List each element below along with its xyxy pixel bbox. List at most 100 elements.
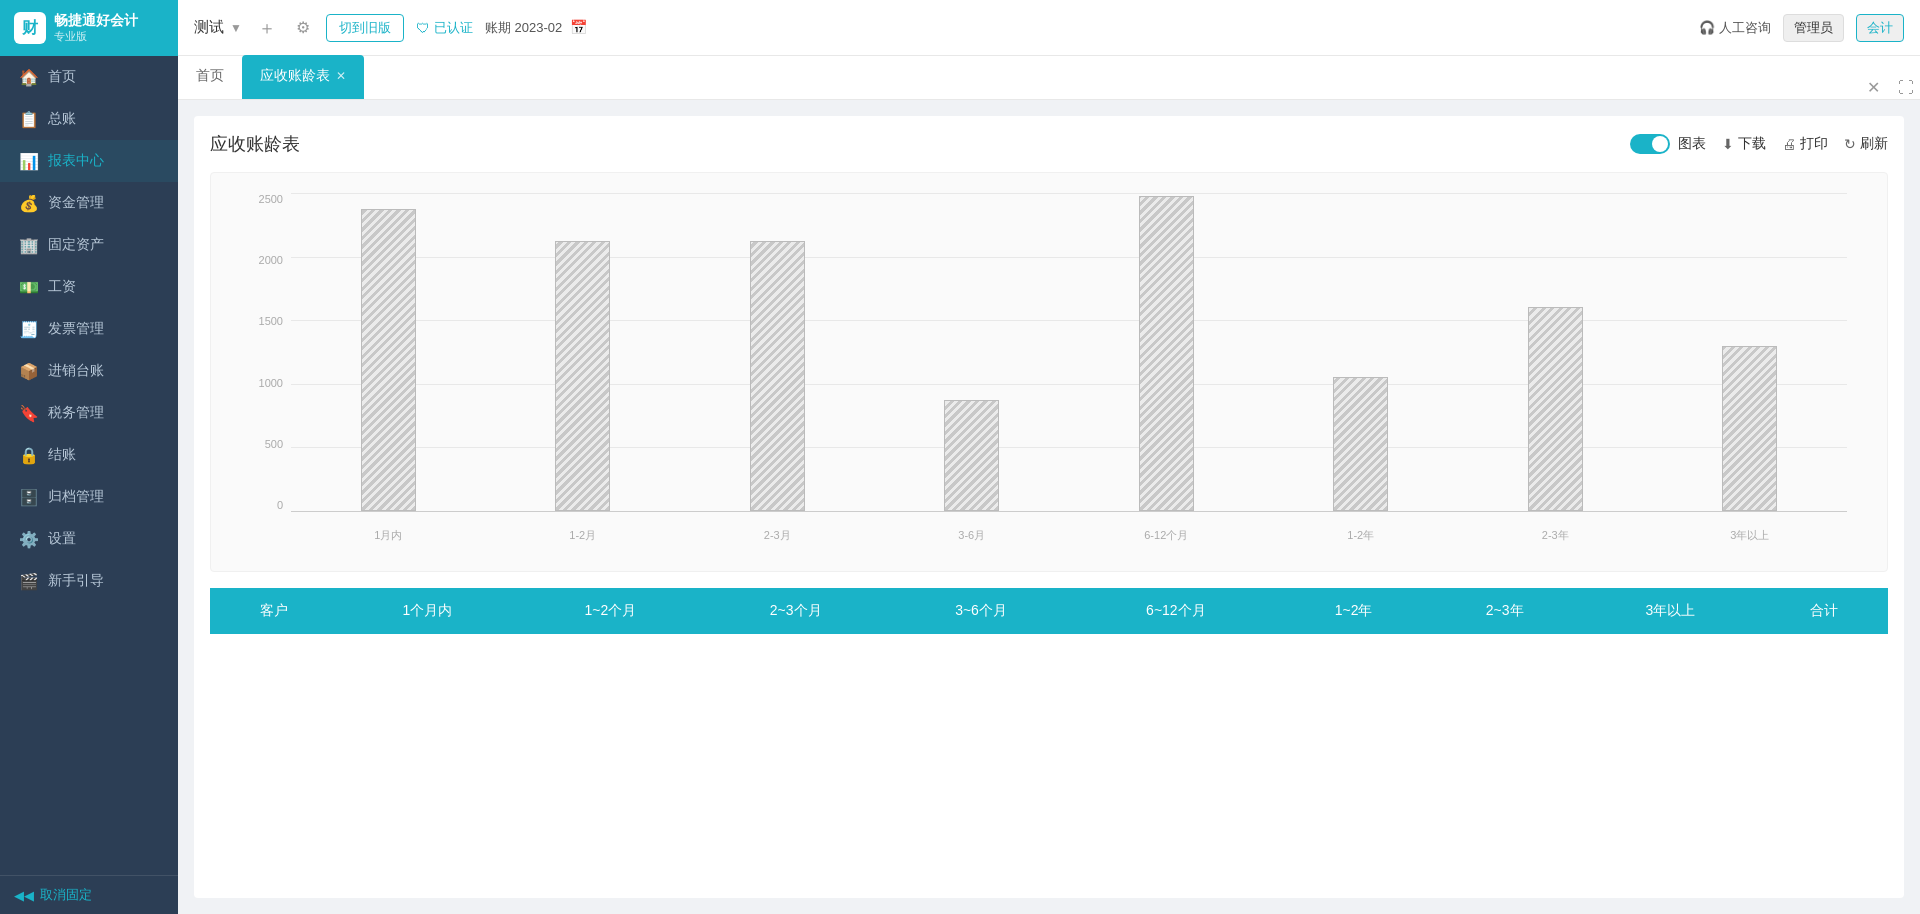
x-label-3-6月: 3-6月	[875, 528, 1070, 543]
newbie-icon: 🎬	[20, 572, 38, 590]
aging-table: 客户 1个月内 1~2个月 2~3个月 3~6个月 6~12个月 1~2年 2~…	[210, 588, 1888, 634]
shield-icon: 🛡	[416, 20, 430, 36]
sidebar-item-label-tax: 税务管理	[48, 404, 104, 422]
sidebar-item-reports[interactable]: 📊 报表中心	[0, 140, 178, 182]
th-2-3mo: 2~3个月	[703, 588, 888, 634]
th-total: 合计	[1761, 588, 1888, 634]
print-button[interactable]: 🖨 打印	[1782, 135, 1828, 153]
table-header: 客户 1个月内 1~2个月 2~3个月 3~6个月 6~12个月 1~2年 2~…	[210, 588, 1888, 634]
sidebar-item-invoice[interactable]: 🧾 发票管理	[0, 308, 178, 350]
sidebar-item-fund[interactable]: 💰 资金管理	[0, 182, 178, 224]
bar-1月内	[361, 209, 416, 511]
invoice-icon: 🧾	[20, 320, 38, 338]
close-tab-icon[interactable]: ✕	[336, 69, 346, 83]
tab-ar-aging[interactable]: 应收账龄表 ✕	[242, 55, 364, 99]
tab-ar-aging-label: 应收账龄表	[260, 67, 330, 85]
sidebar-item-label-close: 结账	[48, 446, 76, 464]
th-6-12mo: 6~12个月	[1074, 588, 1278, 634]
x-label-3年以上: 3年以上	[1653, 528, 1848, 543]
sidebar-item-label-reports: 报表中心	[48, 152, 104, 170]
print-icon: 🖨	[1782, 136, 1796, 152]
settings-icon: ⚙️	[20, 530, 38, 548]
sidebar-item-payroll[interactable]: 💵 工资	[0, 266, 178, 308]
main-area: 测试 ▼ ＋ ⚙ 切到旧版 🛡 已认证 账期 2023-02 📅 🎧 人工咨询 …	[178, 0, 1920, 914]
tab-home[interactable]: 首页	[178, 55, 242, 99]
topbar: 测试 ▼ ＋ ⚙ 切到旧版 🛡 已认证 账期 2023-02 📅 🎧 人工咨询 …	[178, 0, 1920, 56]
bars-container	[291, 193, 1847, 511]
bar-2-3年	[1528, 307, 1583, 511]
x-label-1-2年: 1-2年	[1264, 528, 1459, 543]
x-label-1月内: 1月内	[291, 528, 486, 543]
y-label-1500: 1500	[259, 315, 283, 327]
refresh-button[interactable]: ↻ 刷新	[1844, 135, 1888, 153]
fixed-assets-icon: 🏢	[20, 236, 38, 254]
th-3yr-plus: 3年以上	[1580, 588, 1761, 634]
toggle-knob	[1652, 136, 1668, 152]
th-customer: 客户	[210, 588, 337, 634]
sidebar-item-label-fixed-assets: 固定资产	[48, 236, 104, 254]
sidebar-item-settings[interactable]: ⚙️ 设置	[0, 518, 178, 560]
sidebar: 财 畅捷通好会计 专业版 🏠 首页 📋 总账 📊 报表中心 💰 资金管理 🏢 固…	[0, 0, 178, 914]
sidebar-item-sales[interactable]: 📦 进销台账	[0, 350, 178, 392]
chart-plot-area	[291, 193, 1847, 511]
download-icon: ⬇	[1722, 136, 1734, 152]
home-icon: 🏠	[20, 68, 38, 86]
sidebar-unpin[interactable]: ◀◀ 取消固定	[0, 875, 178, 914]
close-icon: 🔒	[20, 446, 38, 464]
sidebar-item-label-invoice: 发票管理	[48, 320, 104, 338]
page-actions: 图表 ⬇ 下载 🖨 打印 ↻ 刷新	[1630, 134, 1888, 154]
y-label-1000: 1000	[259, 377, 283, 389]
sidebar-item-label-general-ledger: 总账	[48, 110, 76, 128]
sidebar-item-close[interactable]: 🔒 结账	[0, 434, 178, 476]
period-display: 账期 2023-02 📅	[485, 19, 587, 37]
refresh-icon: ↻	[1844, 136, 1856, 152]
page-title: 应收账龄表	[210, 132, 300, 156]
expand-icon[interactable]: ⛶	[1892, 77, 1920, 99]
role-button[interactable]: 会计	[1856, 14, 1904, 42]
sidebar-item-label-fund: 资金管理	[48, 194, 104, 212]
y-label-0: 0	[277, 499, 283, 511]
chart-toggle[interactable]	[1630, 134, 1670, 154]
chart-toggle-wrap: 图表	[1630, 134, 1706, 154]
bar-3年以上	[1722, 346, 1777, 511]
bar-1-2月	[555, 241, 610, 511]
old-version-button[interactable]: 切到旧版	[326, 14, 404, 42]
bar-2-3月	[750, 241, 805, 511]
support-button[interactable]: 🎧 人工咨询	[1699, 19, 1771, 37]
bar-6-12个月	[1139, 196, 1194, 511]
sidebar-item-fixed-assets[interactable]: 🏢 固定资产	[0, 224, 178, 266]
sidebar-item-label-newbie: 新手引导	[48, 572, 104, 590]
th-1mo: 1个月内	[337, 588, 518, 634]
y-label-2500: 2500	[259, 193, 283, 205]
x-label-2-3年: 2-3年	[1458, 528, 1653, 543]
th-1-2yr: 1~2年	[1278, 588, 1429, 634]
y-label-500: 500	[265, 438, 283, 450]
download-button[interactable]: ⬇ 下载	[1722, 135, 1766, 153]
calendar-icon[interactable]: 📅	[570, 19, 587, 35]
admin-button[interactable]: 管理员	[1783, 14, 1844, 42]
headset-icon: 🎧	[1699, 20, 1715, 35]
sidebar-item-label-sales: 进销台账	[48, 362, 104, 380]
x-label-6-12个月: 6-12个月	[1069, 528, 1264, 543]
project-selector[interactable]: 测试 ▼	[194, 18, 242, 37]
fund-icon: 💰	[20, 194, 38, 212]
sidebar-item-home[interactable]: 🏠 首页	[0, 56, 178, 98]
th-1-2mo: 1~2个月	[518, 588, 703, 634]
add-icon[interactable]: ＋	[254, 12, 280, 44]
gear-icon[interactable]: ⚙	[292, 14, 314, 41]
window-controls: ✕ ⛶	[1861, 76, 1920, 99]
tax-icon: 🔖	[20, 404, 38, 422]
sidebar-item-general-ledger[interactable]: 📋 总账	[0, 98, 178, 140]
reports-icon: 📊	[20, 152, 38, 170]
tab-home-label: 首页	[196, 67, 224, 85]
archive-icon: 🗄️	[20, 488, 38, 506]
toggle-label: 图表	[1678, 135, 1706, 153]
content-panel: 应收账龄表 图表 ⬇ 下载 🖨 打印	[194, 116, 1904, 898]
content-area: 应收账龄表 图表 ⬇ 下载 🖨 打印	[178, 100, 1920, 914]
sidebar-item-tax[interactable]: 🔖 税务管理	[0, 392, 178, 434]
close-window-icon[interactable]: ✕	[1861, 76, 1886, 99]
sidebar-item-archive[interactable]: 🗄️ 归档管理	[0, 476, 178, 518]
sidebar-item-newbie[interactable]: 🎬 新手引导	[0, 560, 178, 602]
tabbar: 首页 应收账龄表 ✕ ✕ ⛶	[178, 56, 1920, 100]
y-label-2000: 2000	[259, 254, 283, 266]
